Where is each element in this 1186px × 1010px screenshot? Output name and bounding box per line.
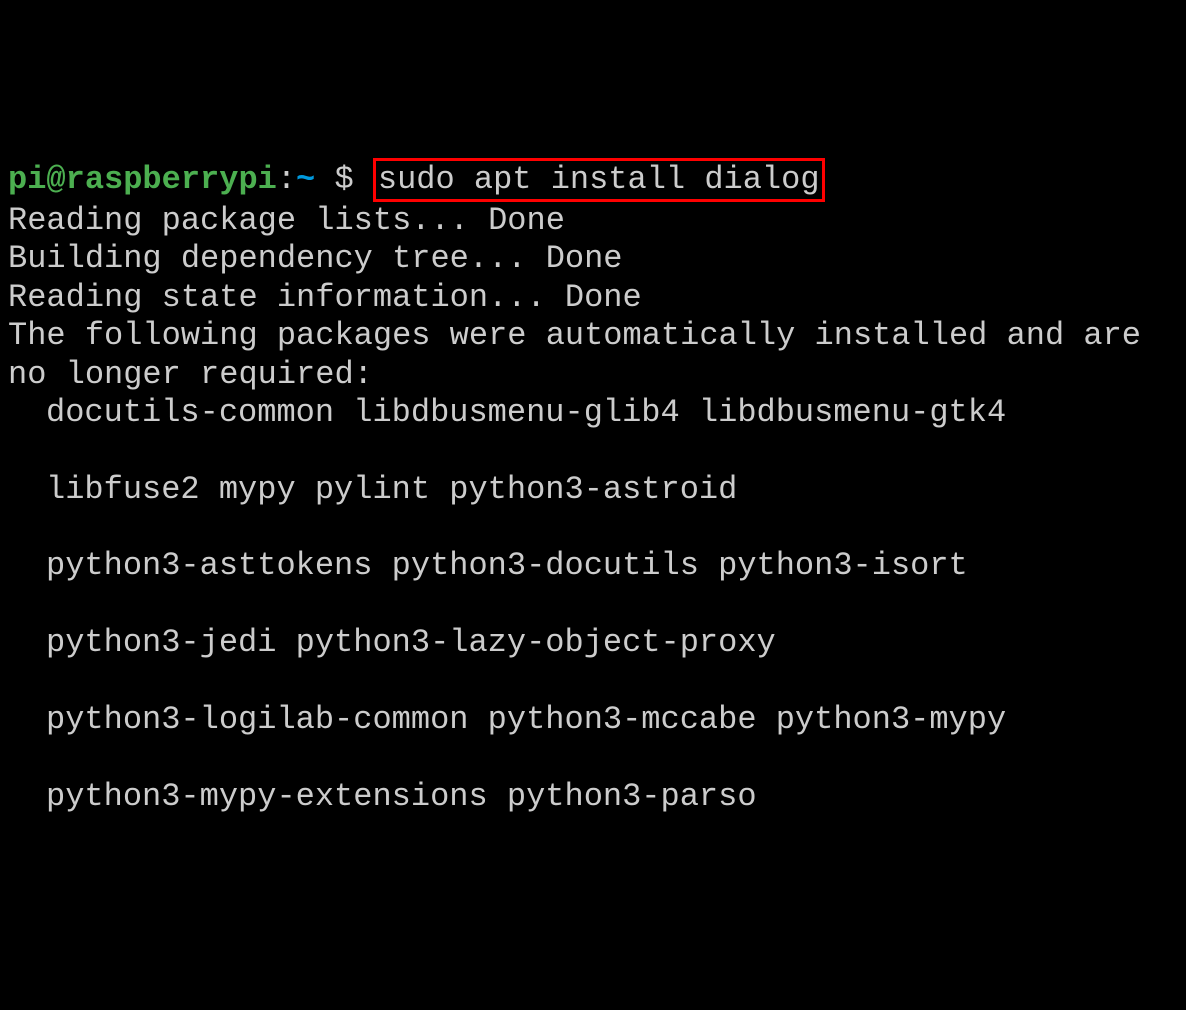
output-line: Reading state information... Done (8, 279, 642, 316)
package-list-item: libfuse2 mypy pylint python3-astroid (8, 471, 1178, 509)
package-list-item: python3-jedi python3-lazy-object-proxy (8, 624, 1178, 662)
package-list-item: python3-mypy-extensions python3-parso (8, 778, 1178, 816)
package-list-item: docutils-common libdbusmenu-glib4 libdbu… (8, 394, 1178, 432)
prompt-user: pi@raspberrypi (8, 161, 277, 198)
prompt-path: ~ (296, 161, 334, 198)
output-line: Reading package lists... Done (8, 202, 565, 239)
command-input[interactable]: sudo apt install dialog (373, 158, 825, 202)
prompt-separator: : (277, 161, 296, 198)
package-list-item: python3-asttokens python3-docutils pytho… (8, 547, 1178, 585)
output-line: The following packages were automaticall… (8, 317, 1160, 392)
prompt-dollar: $ (334, 161, 372, 198)
terminal-output: pi@raspberrypi:~ $ sudo apt install dial… (8, 158, 1178, 855)
output-line: Building dependency tree... Done (8, 240, 623, 277)
package-list-item: python3-logilab-common python3-mccabe py… (8, 701, 1178, 739)
